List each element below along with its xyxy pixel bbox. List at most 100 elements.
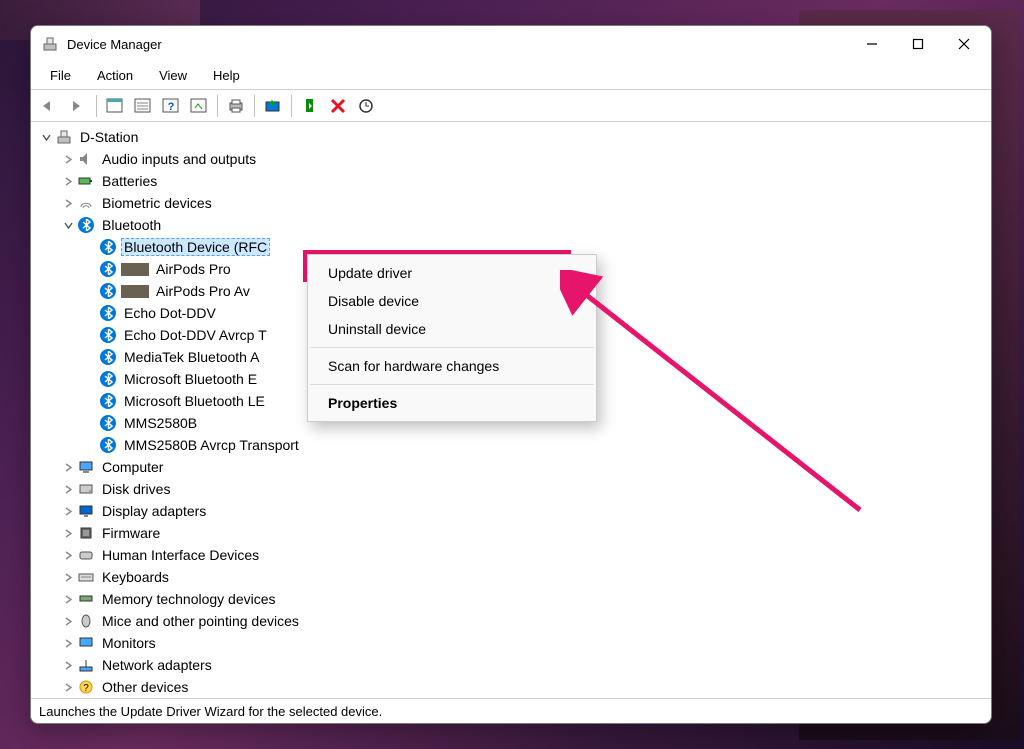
- context-menu-item[interactable]: Disable device: [308, 287, 596, 315]
- tree-category[interactable]: Mice and other pointing devices: [33, 610, 989, 632]
- back-button[interactable]: [37, 93, 63, 119]
- tree-category[interactable]: Bluetooth: [33, 214, 989, 236]
- expander-icon[interactable]: [61, 570, 75, 584]
- expander-icon[interactable]: [61, 592, 75, 606]
- menu-view[interactable]: View: [146, 65, 200, 86]
- maximize-button[interactable]: [895, 28, 941, 60]
- tree-category[interactable]: Batteries: [33, 170, 989, 192]
- tree-category[interactable]: Biometric devices: [33, 192, 989, 214]
- expander-icon[interactable]: [61, 658, 75, 672]
- update-driver-button[interactable]: [260, 93, 286, 119]
- tree-category[interactable]: Network adapters: [33, 654, 989, 676]
- speaker-icon: [77, 150, 95, 168]
- monitor-icon: [77, 634, 95, 652]
- tree-device-label: Bluetooth Device (RFC: [121, 238, 270, 256]
- tree-device-label: MMS2580B: [121, 414, 200, 432]
- tree-device[interactable]: MMS2580B Avrcp Transport: [33, 434, 989, 456]
- menubar: File Action View Help: [31, 62, 991, 90]
- context-menu-item[interactable]: Uninstall device: [308, 315, 596, 343]
- expander-icon[interactable]: [61, 196, 75, 210]
- tree-category[interactable]: Computer: [33, 456, 989, 478]
- tree-category-label: Audio inputs and outputs: [99, 150, 259, 168]
- print-button[interactable]: [223, 93, 249, 119]
- computer-icon: [77, 458, 95, 476]
- tree-category-label: Biometric devices: [99, 194, 215, 212]
- context-menu-item[interactable]: Properties: [308, 389, 596, 417]
- expander-icon[interactable]: [61, 636, 75, 650]
- expander-icon[interactable]: [61, 174, 75, 188]
- tree-category[interactable]: ? Other devices: [33, 676, 989, 698]
- redacted-block: [121, 263, 149, 276]
- expander-icon[interactable]: [61, 526, 75, 540]
- expander-icon[interactable]: [61, 460, 75, 474]
- svg-text:?: ?: [83, 683, 89, 694]
- show-hidden-button[interactable]: [102, 93, 128, 119]
- menu-help[interactable]: Help: [200, 65, 253, 86]
- tree-category-label: Keyboards: [99, 568, 172, 586]
- bluetooth-icon: [99, 392, 117, 410]
- bluetooth-icon: [99, 370, 117, 388]
- bluetooth-icon: [99, 348, 117, 366]
- bluetooth-icon: [99, 304, 117, 322]
- tree-category-label: Memory technology devices: [99, 590, 279, 608]
- tree-category-label: Network adapters: [99, 656, 215, 674]
- tree-category-label: Firmware: [99, 524, 163, 542]
- expander-icon[interactable]: [61, 614, 75, 628]
- expander-icon[interactable]: [61, 152, 75, 166]
- bluetooth-icon: [99, 436, 117, 454]
- expander-icon[interactable]: [61, 218, 75, 232]
- tree-device-label: AirPods Pro Av: [153, 282, 253, 300]
- context-menu-separator: [310, 347, 594, 348]
- context-menu-item[interactable]: Scan for hardware changes: [308, 352, 596, 380]
- enable-button[interactable]: [297, 93, 323, 119]
- tree-root[interactable]: D-Station: [33, 126, 989, 148]
- scan-button[interactable]: [186, 93, 212, 119]
- tree-category-label: Bluetooth: [99, 216, 164, 234]
- menu-file[interactable]: File: [37, 65, 84, 86]
- mouse-icon: [77, 612, 95, 630]
- bluetooth-icon: [99, 238, 117, 256]
- expander-icon[interactable]: [39, 130, 53, 144]
- uninstall-button[interactable]: [325, 93, 351, 119]
- properties-button[interactable]: [130, 93, 156, 119]
- tree-category-label: Computer: [99, 458, 166, 476]
- expander-icon[interactable]: [61, 504, 75, 518]
- bluetooth-icon: [99, 326, 117, 344]
- expander-icon[interactable]: [61, 680, 75, 694]
- minimize-button[interactable]: [849, 28, 895, 60]
- help-button[interactable]: ?: [158, 93, 184, 119]
- menu-action[interactable]: Action: [84, 65, 146, 86]
- tree-category[interactable]: Audio inputs and outputs: [33, 148, 989, 170]
- tree-device-label: Microsoft Bluetooth LE: [121, 392, 268, 410]
- close-button[interactable]: [941, 28, 987, 60]
- expander-icon[interactable]: [61, 482, 75, 496]
- titlebar: Device Manager: [31, 26, 991, 62]
- battery-icon: [77, 172, 95, 190]
- svg-text:?: ?: [168, 101, 175, 113]
- toolbar: ?: [31, 90, 991, 122]
- tree-category-label: Mice and other pointing devices: [99, 612, 302, 630]
- tree-category[interactable]: Human Interface Devices: [33, 544, 989, 566]
- tree-category[interactable]: Disk drives: [33, 478, 989, 500]
- tree-category[interactable]: Firmware: [33, 522, 989, 544]
- tree-category-label: Other devices: [99, 678, 191, 696]
- tree-device-label: Microsoft Bluetooth E: [121, 370, 260, 388]
- redacted-block: [121, 285, 149, 298]
- context-menu-separator: [310, 384, 594, 385]
- other-icon: ?: [77, 678, 95, 696]
- forward-button[interactable]: [65, 93, 91, 119]
- expander-icon[interactable]: [61, 548, 75, 562]
- statusbar: Launches the Update Driver Wizard for th…: [31, 698, 991, 723]
- bluetooth-icon: [99, 282, 117, 300]
- tree-device-label: MediaTek Bluetooth A: [121, 348, 262, 366]
- scan-hardware-button[interactable]: [353, 93, 379, 119]
- tree-category[interactable]: Display adapters: [33, 500, 989, 522]
- tree-category[interactable]: Memory technology devices: [33, 588, 989, 610]
- tree-category[interactable]: Monitors: [33, 632, 989, 654]
- tree-category[interactable]: Keyboards: [33, 566, 989, 588]
- context-menu: Update driverDisable deviceUninstall dev…: [307, 254, 597, 422]
- fingerprint-icon: [77, 194, 95, 212]
- tree-device-label: MMS2580B Avrcp Transport: [121, 436, 302, 454]
- context-menu-item[interactable]: Update driver: [308, 259, 596, 287]
- tree-category-label: Human Interface Devices: [99, 546, 262, 564]
